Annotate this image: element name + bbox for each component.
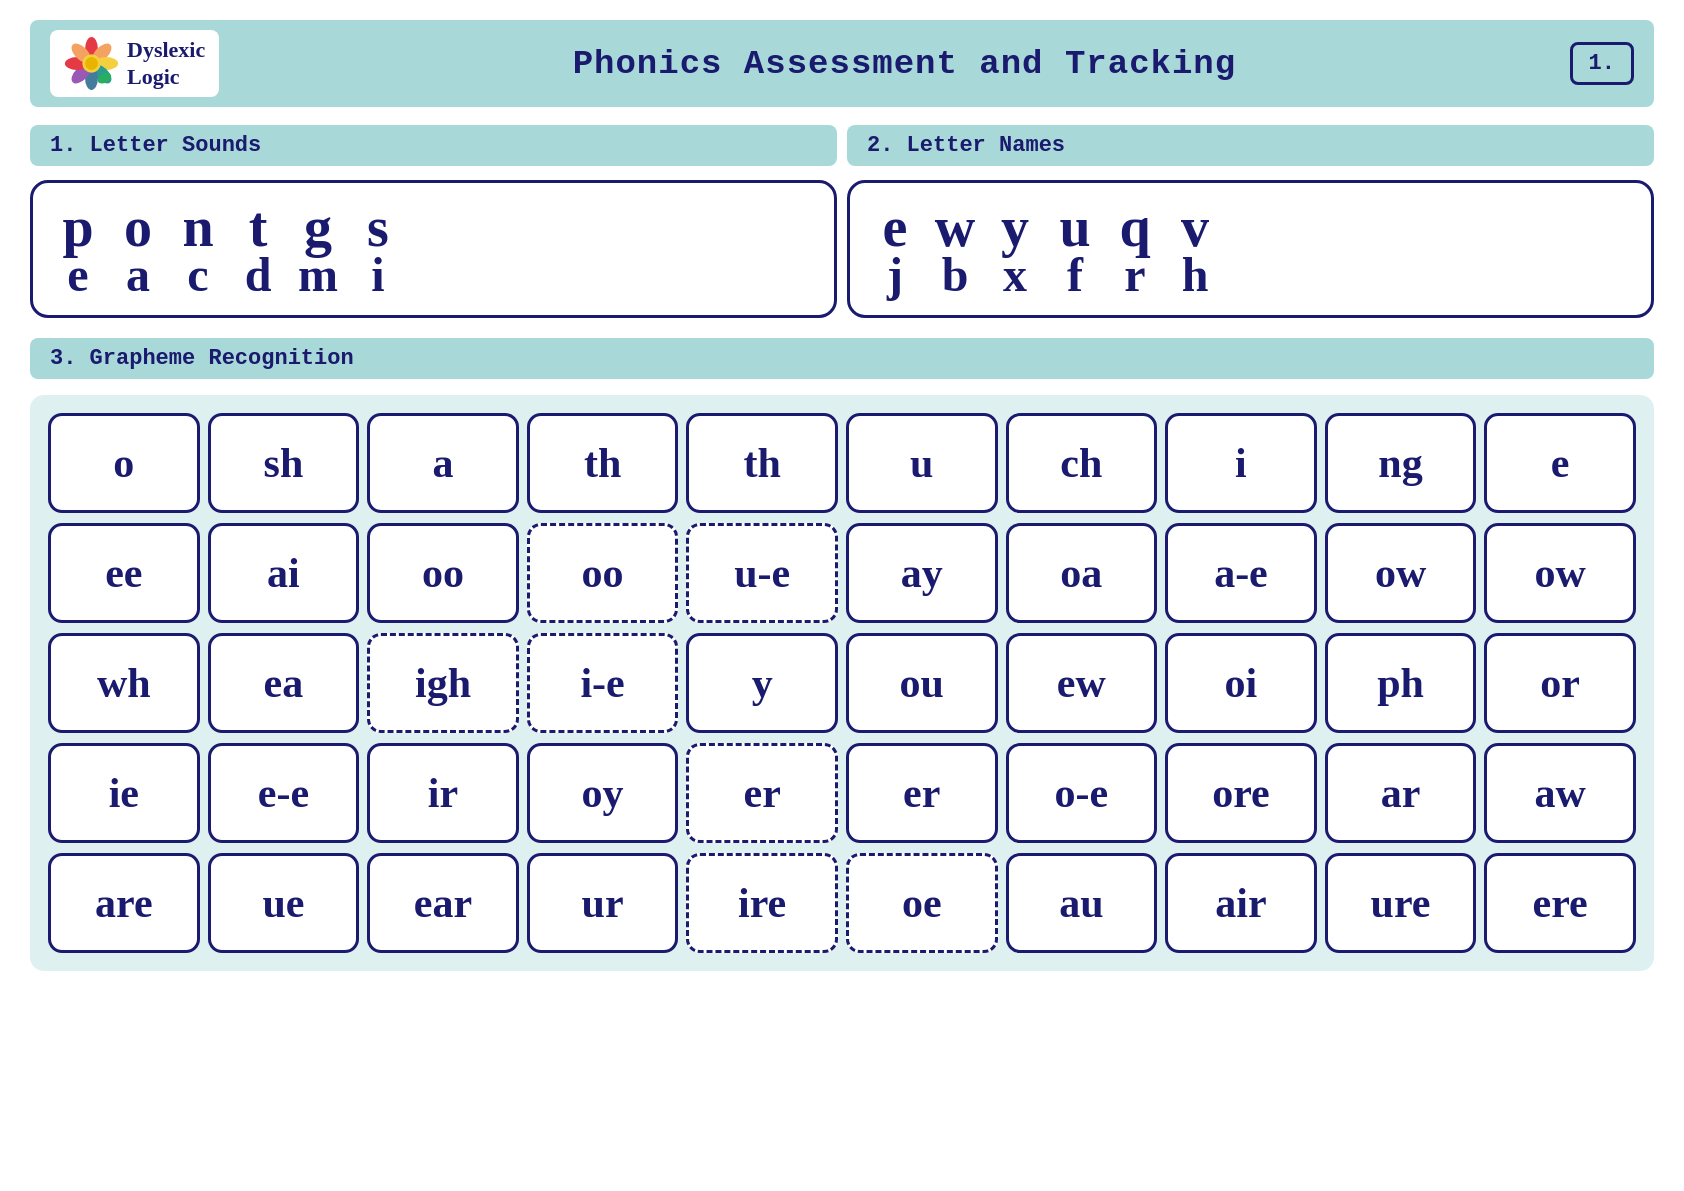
- page-number: 1.: [1570, 42, 1634, 85]
- letter-sounds-box: peoanctdgmsi: [30, 180, 837, 318]
- grapheme-cell-3-0: ie: [48, 743, 200, 843]
- grapheme-cell-4-5: oe: [846, 853, 998, 953]
- grapheme-cell-1-7: a-e: [1165, 523, 1317, 623]
- logo-line1: Dyslexic: [127, 37, 205, 63]
- grapheme-cell-1-0: ee: [48, 523, 200, 623]
- grapheme-cell-2-1: ea: [208, 633, 360, 733]
- grapheme-cell-0-2: a: [367, 413, 519, 513]
- section2-header: 2. Letter Names: [847, 125, 1654, 166]
- grapheme-row-3: iee-eiroyerero-eorearaw: [48, 743, 1636, 843]
- letter-sound-cell-1: oa: [117, 199, 159, 299]
- grapheme-cell-2-3: i-e: [527, 633, 679, 733]
- grapheme-cell-2-5: ou: [846, 633, 998, 733]
- grapheme-cell-4-1: ue: [208, 853, 360, 953]
- grapheme-cell-3-8: ar: [1325, 743, 1477, 843]
- letter-sound-cell-4: gm: [297, 199, 339, 299]
- grapheme-cell-4-0: are: [48, 853, 200, 953]
- sections-1-2-bar: 1. Letter Sounds 2. Letter Names: [30, 125, 1654, 166]
- letter-name-cell-2: yx: [994, 199, 1036, 299]
- grapheme-cell-2-7: oi: [1165, 633, 1317, 733]
- letter-sound-cell-0: pe: [57, 199, 99, 299]
- grapheme-cell-0-5: u: [846, 413, 998, 513]
- grapheme-cell-2-6: ew: [1006, 633, 1158, 733]
- grapheme-cell-4-6: au: [1006, 853, 1158, 953]
- logo-area: Dyslexic Logic: [50, 30, 219, 97]
- section1-header: 1. Letter Sounds: [30, 125, 837, 166]
- grapheme-cell-4-3: ur: [527, 853, 679, 953]
- grapheme-cell-1-9: ow: [1484, 523, 1636, 623]
- grapheme-cell-3-1: e-e: [208, 743, 360, 843]
- grapheme-cell-1-3: oo: [527, 523, 679, 623]
- grapheme-cell-0-7: i: [1165, 413, 1317, 513]
- letter-name-cell-4: qr: [1114, 199, 1156, 299]
- letter-name-cell-5: vh: [1174, 199, 1216, 299]
- grapheme-cell-1-8: ow: [1325, 523, 1477, 623]
- grapheme-cell-3-9: aw: [1484, 743, 1636, 843]
- grapheme-cell-2-8: ph: [1325, 633, 1477, 733]
- grapheme-cell-0-1: sh: [208, 413, 360, 513]
- logo-line2: Logic: [127, 64, 205, 90]
- grapheme-cell-0-6: ch: [1006, 413, 1158, 513]
- grapheme-cell-3-5: er: [846, 743, 998, 843]
- logo-icon: [64, 36, 119, 91]
- grapheme-grid: oshaththuchingeeeaioooou-eayoaa-eowowwhe…: [30, 395, 1654, 971]
- grapheme-cell-2-4: y: [686, 633, 838, 733]
- grapheme-cell-4-9: ere: [1484, 853, 1636, 953]
- header: Dyslexic Logic Phonics Assessment and Tr…: [30, 20, 1654, 107]
- grapheme-cell-3-3: oy: [527, 743, 679, 843]
- grapheme-cell-1-5: ay: [846, 523, 998, 623]
- svg-point-9: [85, 57, 98, 70]
- grapheme-cell-1-1: ai: [208, 523, 360, 623]
- grapheme-cell-3-6: o-e: [1006, 743, 1158, 843]
- grapheme-cell-2-0: wh: [48, 633, 200, 733]
- grapheme-cell-4-4: ire: [686, 853, 838, 953]
- letter-sound-cell-5: si: [357, 199, 399, 299]
- grapheme-cell-0-0: o: [48, 413, 200, 513]
- grapheme-cell-3-4: er: [686, 743, 838, 843]
- grapheme-cell-0-3: th: [527, 413, 679, 513]
- letter-name-cell-1: wb: [934, 199, 976, 299]
- grapheme-cell-4-2: ear: [367, 853, 519, 953]
- section3-header: 3. Grapheme Recognition: [30, 338, 1654, 379]
- grapheme-cell-0-4: th: [686, 413, 838, 513]
- grapheme-row-2: wheaighi-eyouewoiphor: [48, 633, 1636, 733]
- letter-sound-cell-3: td: [237, 199, 279, 299]
- letter-sound-cell-2: nc: [177, 199, 219, 299]
- grapheme-row-0: oshaththuchinge: [48, 413, 1636, 513]
- letter-name-cell-0: ej: [874, 199, 916, 299]
- header-title: Phonics Assessment and Tracking: [239, 45, 1569, 83]
- grapheme-cell-1-6: oa: [1006, 523, 1158, 623]
- grapheme-cell-0-8: ng: [1325, 413, 1477, 513]
- grapheme-row-4: areueearurireoeauairureere: [48, 853, 1636, 953]
- grapheme-cell-0-9: e: [1484, 413, 1636, 513]
- grapheme-cell-2-9: or: [1484, 633, 1636, 733]
- grapheme-cell-4-7: air: [1165, 853, 1317, 953]
- logo-text: Dyslexic Logic: [127, 37, 205, 90]
- grapheme-cell-1-4: u-e: [686, 523, 838, 623]
- page: Dyslexic Logic Phonics Assessment and Tr…: [0, 0, 1684, 1191]
- letter-boxes-row: peoanctdgmsi ejwbyxufqrvh: [30, 180, 1654, 318]
- grapheme-cell-2-2: igh: [367, 633, 519, 733]
- letter-names-box: ejwbyxufqrvh: [847, 180, 1654, 318]
- grapheme-cell-3-7: ore: [1165, 743, 1317, 843]
- grapheme-cell-3-2: ir: [367, 743, 519, 843]
- grapheme-row-1: eeaioooou-eayoaa-eowow: [48, 523, 1636, 623]
- letter-name-cell-3: uf: [1054, 199, 1096, 299]
- grapheme-cell-4-8: ure: [1325, 853, 1477, 953]
- grapheme-cell-1-2: oo: [367, 523, 519, 623]
